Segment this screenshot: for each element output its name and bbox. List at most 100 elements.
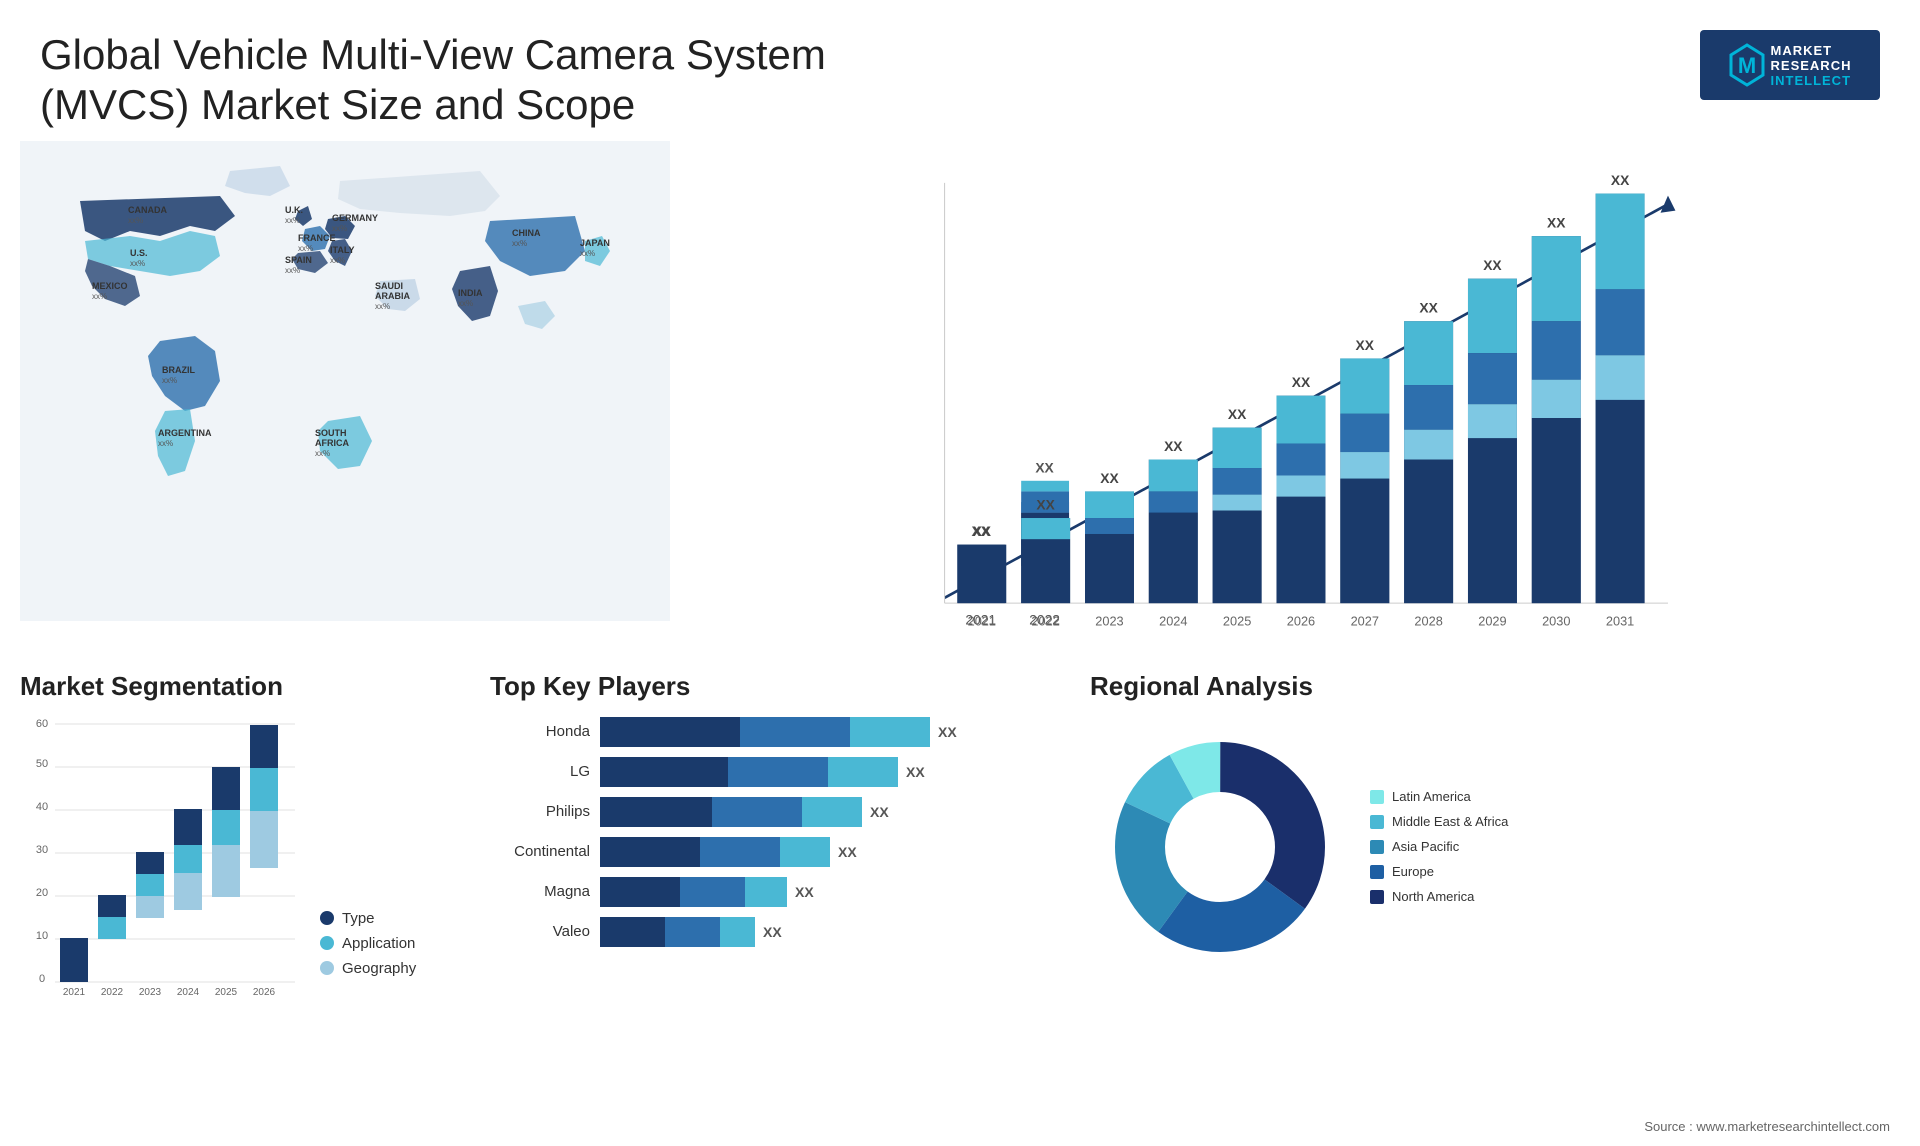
honda-seg2 xyxy=(740,717,850,747)
continental-seg1 xyxy=(600,837,700,867)
regional-title: Regional Analysis xyxy=(1090,671,1900,702)
player-valeo-name: Valeo xyxy=(490,923,590,940)
segmentation-title: Market Segmentation xyxy=(20,671,450,702)
logo-icon: M xyxy=(1729,43,1765,87)
philips-bar-segments xyxy=(600,797,862,827)
japan-value: xx% xyxy=(580,249,595,258)
germany-value: xx% xyxy=(332,224,347,233)
mexico-label: MEXICO xyxy=(92,281,128,291)
lg-seg1 xyxy=(600,757,728,787)
canada-value: xx% xyxy=(128,216,143,225)
svg-text:2023: 2023 xyxy=(1095,613,1123,628)
svg-text:XX: XX xyxy=(1228,406,1247,422)
italy-label: ITALY xyxy=(330,245,355,255)
philips-seg3 xyxy=(802,797,862,827)
player-philips-bar: XX xyxy=(600,797,1050,827)
player-valeo-bar: XX xyxy=(600,917,1050,947)
argentina-label: ARGENTINA xyxy=(158,428,212,438)
player-row-magna: Magna XX xyxy=(490,877,1050,907)
lg-bar-segments xyxy=(600,757,898,787)
svg-text:2028: 2028 xyxy=(1414,613,1442,628)
lg-seg2 xyxy=(728,757,828,787)
svg-text:2025: 2025 xyxy=(215,987,238,997)
svg-text:XX: XX xyxy=(1035,459,1054,475)
svg-text:2024: 2024 xyxy=(177,987,200,997)
germany-label: GERMANY xyxy=(332,213,378,223)
us-value: xx% xyxy=(130,259,145,268)
saudi-value: xx% xyxy=(375,302,390,311)
france-value: xx% xyxy=(298,244,313,253)
south-africa-label: SOUTH xyxy=(315,428,347,438)
continental-value: XX xyxy=(838,844,857,860)
lg-seg3 xyxy=(828,757,898,787)
honda-bar-segments xyxy=(600,717,930,747)
middle-east-label: Middle East & Africa xyxy=(1392,814,1508,829)
source-text: Source : www.marketresearchintellect.com xyxy=(1644,1119,1890,1134)
europe-label: Europe xyxy=(1392,864,1434,879)
regional-section: Regional Analysis xyxy=(1070,671,1900,1071)
svg-text:2031: 2031 xyxy=(1606,613,1634,628)
bar-chart-section: XX 2021 XX 2022 XX 2021 XX 2022 xyxy=(670,141,1900,661)
continental-bar-segments xyxy=(600,837,830,867)
magna-bar-segments xyxy=(600,877,787,907)
lg-value: XX xyxy=(906,764,925,780)
svg-text:2029: 2029 xyxy=(1478,613,1506,628)
player-row-lg: LG XX xyxy=(490,757,1050,787)
honda-seg3 xyxy=(850,717,930,747)
philips-seg1 xyxy=(600,797,712,827)
svg-text:2026: 2026 xyxy=(253,987,276,997)
svg-text:2023: 2023 xyxy=(139,987,162,997)
svg-text:20: 20 xyxy=(36,887,48,899)
page-title: Global Vehicle Multi-View Camera System … xyxy=(40,30,940,131)
svg-text:60: 60 xyxy=(36,718,48,730)
canada-label: CANADA xyxy=(128,205,167,215)
application-dot xyxy=(320,936,334,950)
player-magna-bar: XX xyxy=(600,877,1050,907)
saudi-arabia-label: ARABIA xyxy=(375,291,410,301)
china-label: CHINA xyxy=(512,228,541,238)
italy-value: xx% xyxy=(330,256,345,265)
regional-chart: Latin America Middle East & Africa Asia … xyxy=(1090,717,1900,977)
valeo-bar-segments xyxy=(600,917,755,947)
svg-text:40: 40 xyxy=(36,801,48,813)
valeo-seg3 xyxy=(720,917,755,947)
page-header: Global Vehicle Multi-View Camera System … xyxy=(0,0,1920,141)
svg-text:M: M xyxy=(1737,53,1755,78)
magna-seg3 xyxy=(745,877,787,907)
svg-text:XX: XX xyxy=(1483,257,1502,273)
logo-line1: MARKET xyxy=(1771,43,1852,58)
valeo-value: XX xyxy=(763,924,782,940)
donut-chart xyxy=(1090,717,1350,977)
svg-text:2025: 2025 xyxy=(1223,613,1251,628)
legend-asia-pacific: Asia Pacific xyxy=(1370,839,1508,854)
honda-seg1 xyxy=(600,717,740,747)
svg-text:2021: 2021 xyxy=(968,613,996,628)
continental-seg2 xyxy=(700,837,780,867)
svg-text:2021: 2021 xyxy=(63,987,86,997)
svg-text:XX: XX xyxy=(973,523,992,539)
logo-box: M MARKET RESEARCH INTELLECT xyxy=(1700,30,1880,100)
svg-text:2027: 2027 xyxy=(1351,613,1379,628)
key-players-title: Top Key Players xyxy=(490,671,1050,702)
legend-europe: Europe xyxy=(1370,864,1508,879)
argentina-value: xx% xyxy=(158,439,173,448)
svg-text:50: 50 xyxy=(36,758,48,770)
svg-text:XX: XX xyxy=(1356,337,1375,353)
player-honda-bar: XX xyxy=(600,717,1050,747)
south-africa-label2: AFRICA xyxy=(315,438,349,448)
brazil-value: xx% xyxy=(162,376,177,385)
continental-seg3 xyxy=(780,837,830,867)
south-africa-value: xx% xyxy=(315,449,330,458)
logo-line2: RESEARCH xyxy=(1771,58,1852,73)
svg-text:XX: XX xyxy=(1036,496,1055,512)
legend-north-america: North America xyxy=(1370,889,1508,904)
legend-middle-east: Middle East & Africa xyxy=(1370,814,1508,829)
player-bars-container: Honda XX LG xyxy=(490,717,1050,947)
legend-type-label: Type xyxy=(342,910,375,927)
india-label: INDIA xyxy=(458,288,483,298)
latin-america-dot xyxy=(1370,790,1384,804)
legend-geography: Geography xyxy=(320,960,416,977)
segmentation-legend: Type Application Geography xyxy=(320,910,416,977)
europe-dot xyxy=(1370,865,1384,879)
valeo-seg2 xyxy=(665,917,720,947)
